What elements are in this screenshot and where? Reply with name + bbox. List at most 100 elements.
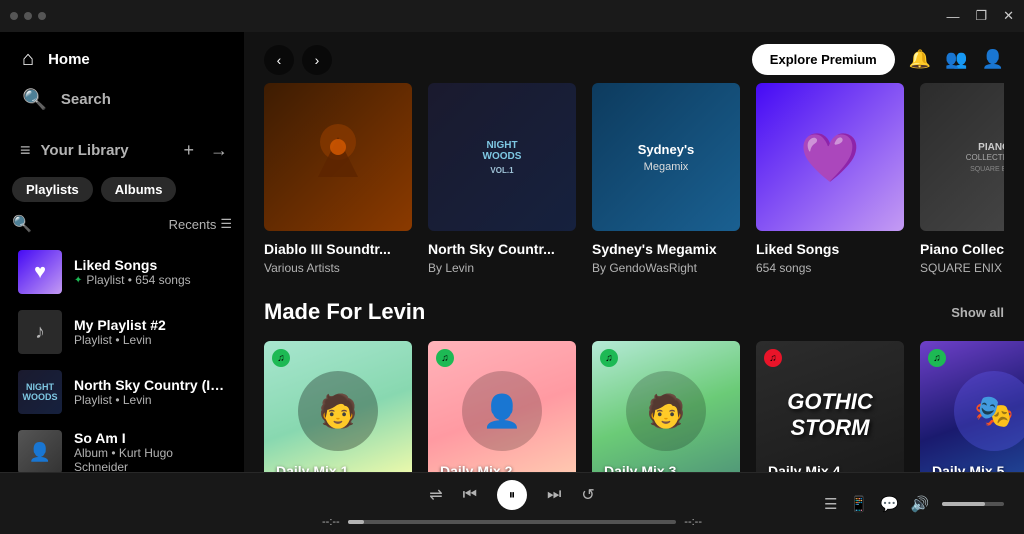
queue-button[interactable]: ☰: [824, 495, 837, 513]
volume-bar[interactable]: [942, 502, 1004, 506]
search-nav-icon: 🔍: [22, 87, 47, 112]
north-sky-thumb: NIGHTWOODS: [18, 370, 62, 414]
search-recents-row: 🔍 Recents ☰: [0, 210, 244, 238]
player-center: ⇌ ⏮ ⏸ ⏭ ↺ --:-- --:--: [200, 480, 824, 528]
made-for-title: Made For Levin: [264, 299, 425, 325]
progress-bar: --:-- --:--: [322, 516, 702, 528]
search-label: Search: [61, 91, 111, 108]
album-card-sydney[interactable]: Sydney's Megamix Sydney's Megamix By Gen…: [592, 83, 740, 275]
liked-art: 💜: [756, 83, 904, 231]
filter-albums-button[interactable]: Albums: [101, 177, 177, 202]
sidebar-item-search[interactable]: 🔍 Search: [12, 79, 232, 120]
volume-button[interactable]: 🔊: [911, 495, 930, 513]
library-title-text: Your Library: [41, 142, 129, 159]
sidebar-item-home[interactable]: ⌂ Home: [12, 40, 232, 79]
playlist-2-sub: Playlist • Levin: [74, 333, 226, 347]
content-area: ‹ › Explore Premium 🔔 👥 👤: [244, 32, 1024, 472]
mix-card-1[interactable]: 🧑 ♫ Daily Mix 1 Daily Mix 1 Josh Whelche…: [264, 341, 412, 472]
expand-library-button[interactable]: →: [206, 136, 232, 165]
filter-playlists-button[interactable]: Playlists: [12, 177, 93, 202]
mix-2-art: 👤 ♫ Daily Mix 2: [428, 341, 576, 472]
lyrics-button[interactable]: 💬: [880, 495, 899, 513]
mix-card-3[interactable]: 🧑 ♫ Daily Mix 3 Daily Mix 3 Darren Ang, …: [592, 341, 740, 472]
mix-card-5[interactable]: 🎭 ♫ Daily Mix 5 Daily Mix 5 Darren Korb,…: [920, 341, 1024, 472]
diablo-art: [264, 83, 412, 231]
play-pause-button[interactable]: ⏸: [497, 480, 527, 510]
mix-card-4[interactable]: GOTHICSTORM ♫ Daily Mix 4 Daily Mix 4 Go…: [756, 341, 904, 472]
main-layout: ⌂ Home 🔍 Search ≡ Your Library + → Playl…: [0, 32, 1024, 472]
next-button[interactable]: ⏭: [547, 486, 561, 504]
recents-label[interactable]: Recents ☰: [169, 216, 232, 232]
so-am-i-name: So Am I: [74, 430, 226, 446]
spotify-icon-mix4: ♫: [769, 353, 777, 364]
library-search-button[interactable]: 🔍: [12, 214, 32, 234]
library-item-so-am-i[interactable]: 👤 So Am I Album • Kurt Hugo Schneider: [4, 422, 240, 472]
devices-button[interactable]: 📱: [849, 495, 868, 513]
mix-4-art: GOTHICSTORM ♫ Daily Mix 4: [756, 341, 904, 472]
player-controls: ⇌ ⏮ ⏸ ⏭ ↺: [429, 480, 595, 510]
library-item-liked-songs[interactable]: ♥ Liked Songs ✦ Playlist • 654 songs: [4, 242, 240, 302]
repeat-button[interactable]: ↺: [581, 485, 594, 505]
mix-2-badge: ♫: [436, 349, 454, 367]
mix-5-label: Daily Mix 5: [932, 463, 1004, 472]
sidebar: ⌂ Home 🔍 Search ≡ Your Library + → Playl…: [0, 32, 244, 472]
filter-row: Playlists Albums: [0, 169, 244, 210]
liked-songs-info: Liked Songs ✦ Playlist • 654 songs: [74, 257, 226, 287]
mix-card-2[interactable]: 👤 ♫ Daily Mix 2 Daily Mix 2 ROZEN, Nobuo…: [428, 341, 576, 472]
so-am-i-sub: Album • Kurt Hugo Schneider: [74, 446, 226, 472]
close-button[interactable]: ✕: [1003, 8, 1014, 24]
gothic-storm-text: GOTHICSTORM: [779, 381, 881, 449]
friends-button[interactable]: 👥: [945, 49, 967, 70]
minimize-button[interactable]: —: [946, 8, 959, 24]
nav-arrows: ‹ ›: [264, 45, 332, 75]
person-icon: 👤: [29, 442, 51, 463]
playlist-2-thumb: ♪: [18, 310, 62, 354]
mix-5-badge: ♫: [928, 349, 946, 367]
album-card-north-sky[interactable]: NIGHT WOODS VOL.1 North Sky Countr... By…: [428, 83, 576, 275]
piano-artist: SQUARE ENIX MUSIC: [920, 261, 1004, 275]
album-card-diablo[interactable]: Diablo III Soundtr... Various Artists: [264, 83, 412, 275]
window-controls: — ❐ ✕: [946, 8, 1014, 24]
diablo-art-svg: [298, 117, 378, 197]
forward-button[interactable]: ›: [302, 45, 332, 75]
library-item-playlist-2[interactable]: ♪ My Playlist #2 Playlist • Levin: [4, 302, 240, 362]
mix-1-badge: ♫: [272, 349, 290, 367]
notifications-button[interactable]: 🔔: [909, 49, 931, 70]
mix-2-label: Daily Mix 2: [440, 463, 512, 472]
progress-track[interactable]: [348, 520, 677, 524]
library-item-north-sky[interactable]: NIGHTWOODS North Sky Country (In-Game) P…: [4, 362, 240, 422]
player-right: ☰ 📱 💬 🔊: [824, 495, 1004, 513]
title-dot-3: [38, 12, 46, 20]
so-am-i-thumb: 👤: [18, 430, 62, 472]
north-sky-top-name: North Sky Countr...: [428, 241, 576, 257]
north-sky-top-artist: By Levin: [428, 261, 576, 275]
north-sky-name: North Sky Country (In-Game): [74, 377, 226, 393]
progress-fill: [348, 520, 364, 524]
explore-premium-button[interactable]: Explore Premium: [752, 44, 895, 75]
albums-row: Diablo III Soundtr... Various Artists NI…: [264, 83, 1004, 275]
liked-card-artist: 654 songs: [756, 261, 904, 275]
library-header: ≡ Your Library + →: [0, 128, 244, 169]
back-button[interactable]: ‹: [264, 45, 294, 75]
profile-button[interactable]: 👤: [982, 49, 1004, 70]
previous-button[interactable]: ⏮: [463, 486, 477, 504]
album-card-liked[interactable]: 💜 Liked Songs 654 songs: [756, 83, 904, 275]
library-title-container[interactable]: ≡ Your Library: [20, 140, 129, 161]
shuffle-button[interactable]: ⇌: [429, 485, 442, 505]
header-right: Explore Premium 🔔 👥 👤: [752, 44, 1004, 75]
album-card-piano[interactable]: PIANO COLLECTIONS SQUARE ENIX Piano Coll…: [920, 83, 1004, 275]
home-icon: ⌂: [22, 48, 34, 71]
mix-1-art: 🧑 ♫ Daily Mix 1: [264, 341, 412, 472]
restore-button[interactable]: ❐: [975, 8, 987, 24]
title-bar: — ❐ ✕: [0, 0, 1024, 32]
diablo-artist: Various Artists: [264, 261, 412, 275]
sydney-artist: By GendoWasRight: [592, 261, 740, 275]
liked-songs-thumb: ♥: [18, 250, 62, 294]
library-actions: + →: [179, 136, 232, 165]
player: ⇌ ⏮ ⏸ ⏭ ↺ --:-- --:-- ☰ 📱 💬 🔊: [0, 472, 1024, 534]
show-all-button[interactable]: Show all: [951, 305, 1004, 320]
add-library-button[interactable]: +: [179, 136, 198, 165]
liked-songs-sub: ✦ Playlist • 654 songs: [74, 273, 226, 287]
spotify-icon-mix5: ♫: [933, 353, 941, 364]
sidebar-nav: ⌂ Home 🔍 Search: [0, 32, 244, 128]
